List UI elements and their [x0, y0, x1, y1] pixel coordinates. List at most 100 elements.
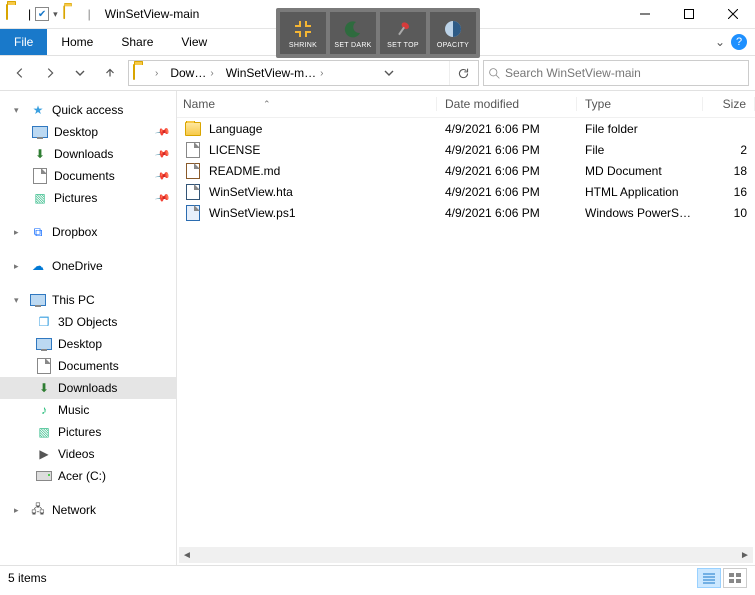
tab-home[interactable]: Home — [47, 29, 107, 55]
details-view-button[interactable] — [697, 568, 721, 588]
sidebar-item-network[interactable]: ▸🖧Network — [0, 499, 176, 521]
sidebar-item-acer-drive[interactable]: Acer (C:) — [0, 465, 176, 487]
sidebar-item-3d-objects[interactable]: ❒3D Objects — [0, 311, 176, 333]
tab-share[interactable]: Share — [107, 29, 167, 55]
sidebar-item-pictures[interactable]: ▧Pictures📌 — [0, 187, 176, 209]
file-type: File — [577, 143, 703, 157]
file-date: 4/9/2021 6:06 PM — [437, 185, 577, 199]
large-icons-view-button[interactable] — [723, 568, 747, 588]
sidebar-item-label: Quick access — [52, 103, 123, 117]
help-icon[interactable]: ? — [731, 34, 747, 50]
expand-icon[interactable]: ▸ — [14, 227, 24, 238]
documents-icon — [36, 358, 52, 374]
sidebar-item-quick-access[interactable]: ▾ ★ Quick access — [0, 99, 176, 121]
sidebar-item-label: OneDrive — [52, 259, 103, 273]
address-bar[interactable]: › Dow…› WinSetView-m…› — [128, 60, 479, 86]
qat-check-icon[interactable]: ✔ — [35, 7, 49, 21]
search-input[interactable]: Search WinSetView-main — [483, 60, 749, 86]
sidebar-item-label: Documents — [58, 359, 119, 373]
table-row[interactable]: WinSetView.hta 4/9/2021 6:06 PMHTML Appli… — [177, 181, 755, 202]
column-header-type[interactable]: Type — [577, 97, 703, 111]
address-dropdown-button[interactable] — [375, 59, 403, 87]
set-dark-button[interactable]: SET DARK — [330, 12, 376, 54]
pin-icon: 📌 — [154, 146, 171, 162]
recent-locations-button[interactable] — [66, 59, 94, 87]
sidebar-item-videos[interactable]: ▶Videos — [0, 443, 176, 465]
file-icon — [185, 142, 201, 158]
scroll-left-icon[interactable]: ◄ — [179, 547, 195, 563]
qat-divider: | — [28, 7, 31, 21]
horizontal-scrollbar[interactable]: ◄ ► — [179, 547, 753, 563]
star-icon: ★ — [30, 102, 46, 118]
ribbon-collapse-icon[interactable]: ⌄ — [715, 35, 725, 49]
sidebar-item-onedrive[interactable]: ▸☁OneDrive — [0, 255, 176, 277]
forward-button[interactable] — [36, 59, 64, 87]
column-headers: Name⌃ Date modified Type Size — [177, 91, 755, 118]
file-type: HTML Application — [577, 185, 703, 199]
sidebar-item-label: Music — [58, 403, 89, 417]
close-button[interactable] — [711, 0, 755, 28]
table-row[interactable]: WinSetView.ps14/9/2021 6:06 PMWindows Po… — [177, 202, 755, 223]
scroll-right-icon[interactable]: ► — [737, 547, 753, 563]
expand-icon[interactable]: ▾ — [14, 295, 24, 306]
sidebar-item-label: Desktop — [58, 337, 102, 351]
pictures-icon: ▧ — [32, 190, 48, 206]
minimize-button[interactable] — [623, 0, 667, 28]
opacity-icon — [442, 18, 464, 40]
table-row[interactable]: LICENSE4/9/2021 6:06 PMFile2 — [177, 139, 755, 160]
scroll-track[interactable] — [195, 547, 737, 563]
sidebar-item-documents[interactable]: Documents📌 — [0, 165, 176, 187]
file-name: WinSetView.ps1 — [209, 206, 296, 220]
sidebar-item-this-pc[interactable]: ▾ This PC — [0, 289, 176, 311]
expand-icon[interactable]: ▾ — [14, 105, 24, 116]
table-row[interactable]: README.md4/9/2021 6:06 PMMD Document18 — [177, 160, 755, 181]
sidebar-item-documents-pc[interactable]: Documents — [0, 355, 176, 377]
file-name: WinSetView.hta — [209, 185, 293, 199]
sidebar-item-label: Downloads — [54, 147, 113, 161]
breadcrumb-downloads[interactable]: Dow…› — [164, 66, 219, 80]
sidebar-item-downloads[interactable]: ⬇Downloads📌 — [0, 143, 176, 165]
shrink-label: SHRINK — [289, 42, 317, 49]
set-top-button[interactable]: SET TOP — [380, 12, 426, 54]
file-icon — [185, 184, 201, 200]
set-dark-label: SET DARK — [334, 42, 371, 49]
search-placeholder: Search WinSetView-main — [505, 66, 641, 80]
breadcrumb-current[interactable]: WinSetView-m…› — [220, 66, 330, 80]
expand-icon[interactable]: ▸ — [14, 505, 24, 516]
up-button[interactable] — [96, 59, 124, 87]
file-name: LICENSE — [209, 143, 260, 157]
column-header-date[interactable]: Date modified — [437, 97, 577, 111]
file-date: 4/9/2021 6:06 PM — [437, 122, 577, 136]
file-date: 4/9/2021 6:06 PM — [437, 164, 577, 178]
table-row[interactable]: Language4/9/2021 6:06 PMFile folder — [177, 118, 755, 139]
file-type: Windows PowerS… — [577, 206, 703, 220]
column-header-size[interactable]: Size — [703, 97, 755, 111]
sidebar-item-downloads-pc[interactable]: ⬇Downloads — [0, 377, 176, 399]
maximize-button[interactable] — [667, 0, 711, 28]
file-name: Language — [209, 122, 262, 136]
sidebar-item-music[interactable]: ♪Music — [0, 399, 176, 421]
downloads-icon: ⬇ — [36, 380, 52, 396]
search-icon — [488, 67, 501, 80]
sidebar-item-desktop[interactable]: Desktop📌 — [0, 121, 176, 143]
sidebar-item-label: This PC — [52, 293, 95, 307]
file-name: README.md — [209, 164, 280, 178]
cube-icon: ❒ — [36, 314, 52, 330]
expand-icon[interactable]: ▸ — [14, 261, 24, 272]
back-button[interactable] — [6, 59, 34, 87]
sidebar-item-label: Network — [52, 503, 96, 517]
breadcrumb-root-chevron[interactable]: › — [149, 68, 164, 79]
status-item-count: 5 items — [8, 571, 47, 585]
sidebar-item-desktop-pc[interactable]: Desktop — [0, 333, 176, 355]
opacity-button[interactable]: OPACITY — [430, 12, 476, 54]
shrink-button[interactable]: SHRINK — [280, 12, 326, 54]
sidebar-item-dropbox[interactable]: ▸⧉Dropbox — [0, 221, 176, 243]
tab-file[interactable]: File — [0, 29, 47, 55]
file-type: MD Document — [577, 164, 703, 178]
sidebar-item-pictures-pc[interactable]: ▧Pictures — [0, 421, 176, 443]
refresh-button[interactable] — [449, 61, 478, 85]
sidebar-item-label: Dropbox — [52, 225, 97, 239]
qat-dropdown-icon[interactable]: ▾ — [53, 9, 58, 20]
tab-view[interactable]: View — [167, 29, 221, 55]
column-header-name[interactable]: Name⌃ — [177, 97, 437, 111]
